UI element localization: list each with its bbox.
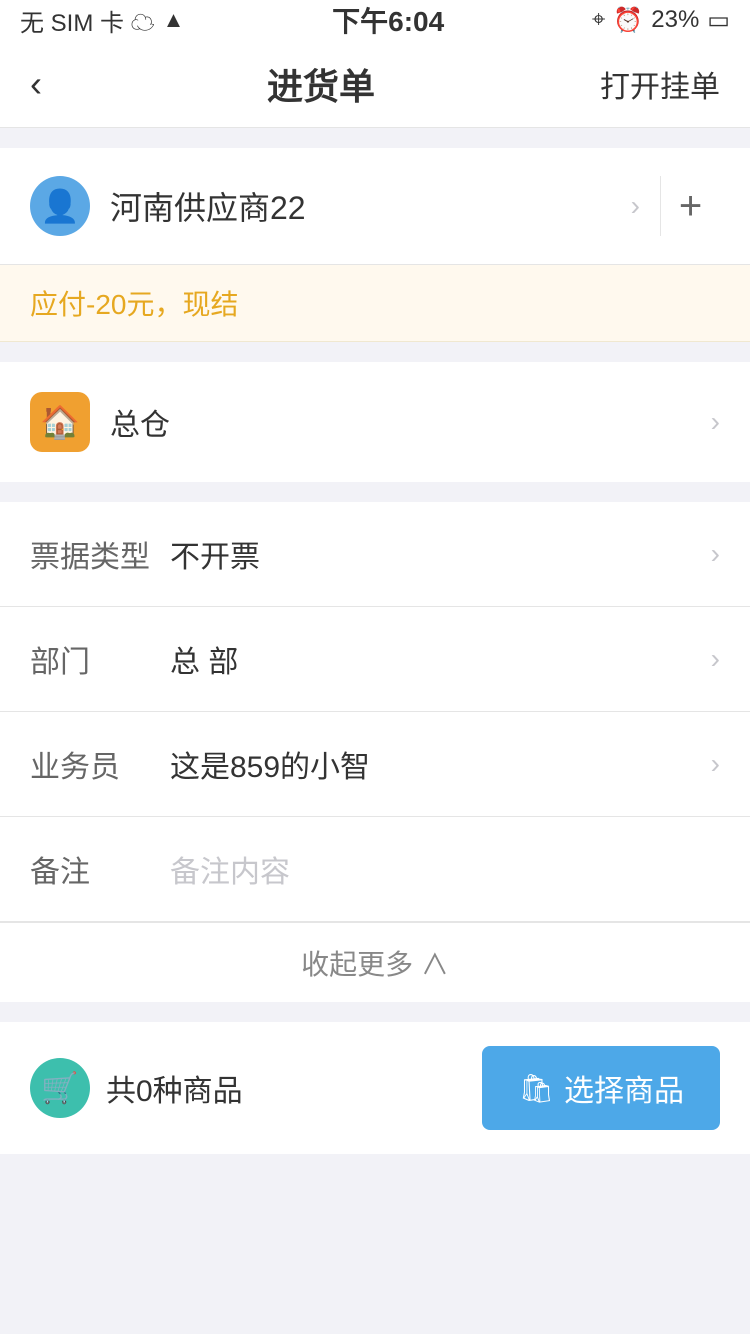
open-pending-button[interactable]: 打开挂单 [600, 62, 720, 106]
warehouse-label: 总仓 [110, 400, 701, 444]
nav-bar: ‹ 进货单 打开挂单 [0, 40, 750, 128]
select-goods-button[interactable]: 🛍 选择商品 [482, 1046, 720, 1130]
notice-text: 应付-20元，现结 [30, 289, 238, 320]
department-row[interactable]: 部门 总 部 › [0, 607, 750, 712]
supplier-section: 👤 河南供应商22 › + 应付-20元，现结 [0, 148, 750, 342]
user-icon: 👤 [40, 187, 80, 225]
department-chevron-icon: › [711, 643, 720, 675]
status-time: 下午6:04 [332, 0, 444, 40]
remark-input[interactable]: 备注内容 [170, 847, 720, 891]
invoice-type-row[interactable]: 票据类型 不开票 › [0, 502, 750, 607]
top-divider [0, 128, 750, 148]
bottom-bar: 🛒 共0种商品 🛍 选择商品 [0, 1022, 750, 1154]
sim-text: 无 SIM 卡 ☁ [20, 3, 155, 38]
battery-icon: ▭ [707, 6, 730, 35]
salesperson-row[interactable]: 业务员 这是859的小智 › [0, 712, 750, 817]
select-goods-label: 选择商品 [564, 1066, 684, 1110]
warehouse-icon: 🏠 [40, 403, 80, 441]
add-supplier-button[interactable]: + [660, 176, 720, 236]
goods-icon-wrap: 🛒 [30, 1058, 90, 1118]
back-button[interactable]: ‹ [30, 63, 42, 105]
invoice-type-label: 票据类型 [30, 532, 170, 576]
status-left: 无 SIM 卡 ☁ ▲ [20, 3, 184, 38]
supplier-chevron-icon: › [631, 190, 640, 222]
salesperson-label: 业务员 [30, 742, 170, 786]
warehouse-icon-wrap: 🏠 [30, 392, 90, 452]
notice-banner: 应付-20元，现结 [0, 265, 750, 342]
mid-divider1 [0, 342, 750, 362]
select-goods-icon: 🛍 [518, 1072, 554, 1105]
invoice-type-chevron-icon: › [711, 538, 720, 570]
invoice-type-value: 不开票 [170, 532, 701, 576]
status-right: ⌖ ⏰ 23% ▭ [592, 6, 730, 35]
page-title: 进货单 [267, 58, 375, 110]
warehouse-section: 🏠 总仓 › [0, 362, 750, 482]
department-value: 总 部 [170, 637, 701, 681]
department-label: 部门 [30, 637, 170, 681]
warehouse-chevron-icon: › [711, 406, 720, 438]
battery-text: 23% [651, 6, 699, 34]
mid-divider2 [0, 482, 750, 502]
collapse-text: 收起更多 ∧ [301, 943, 449, 983]
wifi-icon: ▲ [163, 7, 185, 33]
location-icon: ⌖ [592, 6, 606, 34]
goods-count-text: 共0种商品 [106, 1066, 243, 1110]
supplier-name: 河南供应商22 [110, 183, 621, 229]
collapse-button[interactable]: 收起更多 ∧ [0, 922, 750, 1002]
supplier-row[interactable]: 👤 河南供应商22 › + [0, 148, 750, 265]
supplier-avatar: 👤 [30, 176, 90, 236]
remark-label: 备注 [30, 847, 170, 891]
salesperson-chevron-icon: › [711, 748, 720, 780]
form-section: 票据类型 不开票 › 部门 总 部 › 业务员 这是859的小智 › 备注 备注… [0, 502, 750, 1002]
status-bar: 无 SIM 卡 ☁ ▲ 下午6:04 ⌖ ⏰ 23% ▭ [0, 0, 750, 40]
alarm-icon: ⏰ [613, 6, 643, 35]
goods-bag-icon: 🛒 [41, 1071, 78, 1106]
salesperson-value: 这是859的小智 [170, 742, 701, 786]
goods-count-wrap: 🛒 共0种商品 [30, 1058, 243, 1118]
remark-row[interactable]: 备注 备注内容 [0, 817, 750, 922]
warehouse-row[interactable]: 🏠 总仓 › [0, 362, 750, 482]
